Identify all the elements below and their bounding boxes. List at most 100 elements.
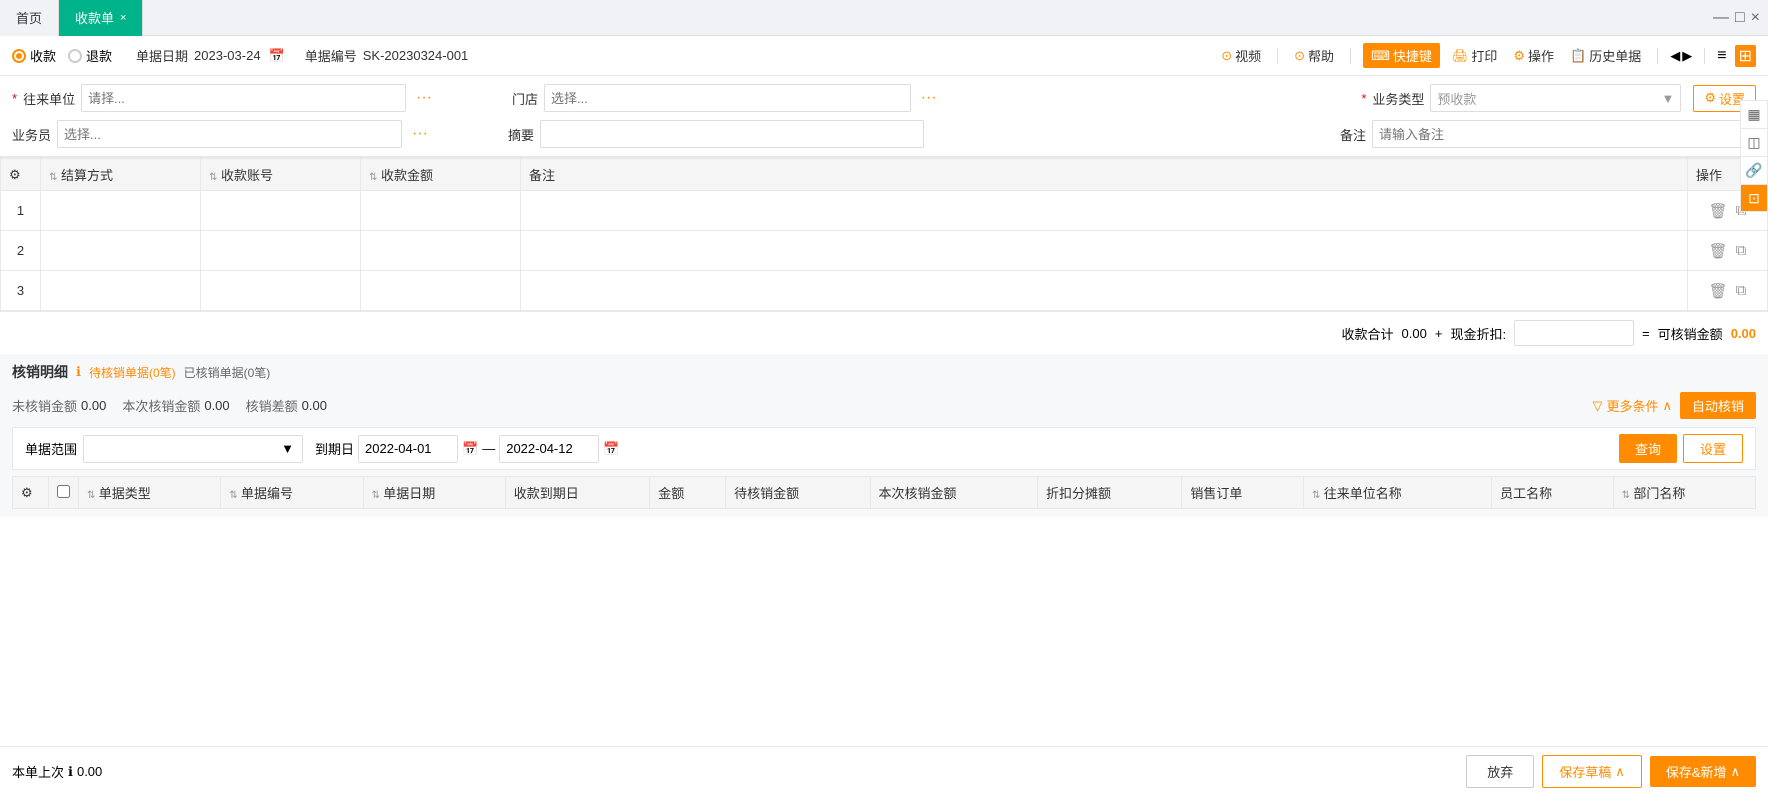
settings-gear-icon: ⚙: [1704, 90, 1716, 106]
video-btn[interactable]: ⊙ 视频: [1217, 46, 1265, 65]
save-new-btn[interactable]: 保存&新增 ∧: [1650, 756, 1756, 787]
date-from-input[interactable]: [358, 435, 458, 463]
summary-label: 摘要: [508, 125, 534, 144]
bill-label: 单据编号: [305, 46, 357, 65]
more-conditions-btn[interactable]: ▽ 更多条件 ∧: [1592, 396, 1672, 415]
row-3-delete-icon[interactable]: 🗑: [1709, 282, 1728, 300]
select-all-checkbox[interactable]: [57, 485, 70, 498]
section-info-icon[interactable]: ℹ: [76, 364, 81, 380]
view-list-btn[interactable]: ≡: [1717, 47, 1726, 65]
row-3-ops: 🗑 ⧉: [1688, 271, 1768, 311]
row-2-copy-icon[interactable]: ⧉: [1736, 242, 1747, 259]
biz-type-select[interactable]: 预收款 ▼: [1430, 84, 1681, 112]
radio-refund-label: 退款: [86, 46, 112, 65]
shop-field: 门店 ···: [512, 84, 937, 112]
th-gear[interactable]: ⚙: [1, 159, 41, 191]
row-2-delete-icon[interactable]: 🗑: [1709, 242, 1728, 260]
remark-label: 备注: [1340, 125, 1366, 144]
radio-receipt[interactable]: 收款: [12, 46, 56, 65]
shop-input[interactable]: [544, 84, 911, 112]
tab-home[interactable]: 首页: [0, 0, 59, 36]
right-panel-btn-3[interactable]: 🔗: [1740, 156, 1768, 184]
row-1-account[interactable]: [201, 191, 361, 231]
plus-sign: +: [1435, 326, 1443, 341]
remark-input[interactable]: [1372, 120, 1756, 148]
date-separator: —: [482, 441, 495, 456]
window-min-btn[interactable]: —: [1713, 9, 1729, 27]
tab-receipt[interactable]: 收款单 ×: [59, 0, 143, 36]
counterpart-input[interactable]: [81, 84, 406, 112]
nav-prev-btn[interactable]: ◀: [1670, 48, 1680, 64]
right-panel-btn-4[interactable]: ⊡: [1740, 184, 1768, 212]
tab-receipt-close[interactable]: ×: [120, 12, 126, 24]
counterpart-more-icon[interactable]: ···: [416, 90, 432, 106]
ops-btn[interactable]: ⚙ 操作: [1509, 46, 1558, 65]
window-max-btn[interactable]: □: [1735, 9, 1745, 27]
shortcut-btn[interactable]: ⌨ 快捷键: [1363, 43, 1440, 68]
bth-employee: 员工名称: [1492, 477, 1614, 509]
row-3-remark[interactable]: [521, 271, 1688, 311]
nav-next-btn[interactable]: ▶: [1682, 48, 1692, 64]
right-panel-btn-2[interactable]: ◫: [1740, 128, 1768, 156]
date-from-icon[interactable]: 📅: [462, 441, 478, 457]
row-3-num: 3: [1, 271, 41, 311]
form-row-1: * 往来单位 ··· 门店 ··· * 业务类型 预收款 ▼: [12, 84, 1756, 112]
discount-input[interactable]: [1514, 320, 1634, 346]
row-2-remark[interactable]: [521, 231, 1688, 271]
radio-refund[interactable]: 退款: [68, 46, 112, 65]
row-1-remark[interactable]: [521, 191, 1688, 231]
row-3-amount[interactable]: [361, 271, 521, 311]
verified-tab[interactable]: 已核销单据(0笔): [184, 364, 271, 381]
range-arrow: ▼: [281, 441, 294, 456]
range-select[interactable]: ▼: [83, 435, 303, 463]
row-1-delete-icon[interactable]: 🗑: [1709, 202, 1728, 220]
date-to-icon[interactable]: 📅: [603, 441, 619, 457]
row-2-account[interactable]: [201, 231, 361, 271]
discount-label: 现金折扣:: [1450, 324, 1506, 343]
available-label: 可核销金额: [1658, 324, 1723, 343]
bth-gear[interactable]: ⚙: [13, 477, 49, 509]
footer-actions: 放弃 保存草稿 ∧ 保存&新增 ∧: [1466, 755, 1756, 788]
more-conditions-label: 更多条件: [1606, 396, 1658, 415]
video-icon: ⊙: [1221, 48, 1232, 64]
footer-info: 本单上次 ℹ 0.00: [12, 762, 102, 781]
verification-section: 核销明细 ℹ 待核销单据(0笔) 已核销单据(0笔) 未核销金额 0.00 本次…: [0, 354, 1768, 517]
radio-receipt-label: 收款: [30, 46, 56, 65]
salesperson-more-icon[interactable]: ···: [412, 126, 428, 142]
row-1-settlement[interactable]: [41, 191, 201, 231]
filter-settings-btn[interactable]: 设置: [1683, 434, 1743, 463]
date-icon[interactable]: 📅: [269, 48, 285, 64]
save-new-label: 保存&新增: [1666, 762, 1727, 781]
abandon-btn[interactable]: 放弃: [1466, 755, 1534, 788]
shortcut-icon: ⌨: [1371, 48, 1390, 64]
date-to-input[interactable]: [499, 435, 599, 463]
history-btn[interactable]: 📋 历史单据: [1566, 46, 1645, 65]
summary-input[interactable]: [540, 120, 924, 148]
help-btn[interactable]: ⊙ 帮助: [1290, 46, 1338, 65]
bill-value: SK-20230324-001: [363, 48, 469, 63]
row-2-ops: 🗑 ⧉: [1688, 231, 1768, 271]
main-table: ⚙ ⇅ 结算方式 ⇅ 收款账号 ⇅ 收款金额 备注: [0, 158, 1768, 311]
divider-4: [1704, 48, 1705, 64]
row-3-settlement[interactable]: [41, 271, 201, 311]
query-btn[interactable]: 查询: [1619, 434, 1677, 463]
th-remark: 备注: [521, 159, 1688, 191]
receipt-type-group: 收款 退款: [12, 46, 112, 65]
row-2-amount[interactable]: [361, 231, 521, 271]
right-panel-btn-1[interactable]: ▦: [1740, 100, 1768, 128]
biz-type-value: 预收款: [1437, 89, 1476, 108]
auto-verify-btn[interactable]: 自动核销: [1680, 392, 1756, 419]
view-card-btn[interactable]: ⊞: [1735, 45, 1756, 67]
pending-tab[interactable]: 待核销单据(0笔): [89, 364, 176, 381]
print-btn[interactable]: 🖨 打印: [1448, 46, 1502, 65]
save-draft-btn[interactable]: 保存草稿 ∧: [1542, 755, 1642, 788]
row-3-copy-icon[interactable]: ⧉: [1736, 282, 1747, 299]
row-1-amount[interactable]: [361, 191, 521, 231]
window-close-btn[interactable]: ×: [1751, 9, 1760, 27]
range-field: 单据范围 ▼: [25, 435, 303, 463]
row-2-settlement[interactable]: [41, 231, 201, 271]
shop-more-icon[interactable]: ···: [921, 90, 937, 106]
row-3-account[interactable]: [201, 271, 361, 311]
footer-info-icon[interactable]: ℹ: [68, 764, 73, 780]
salesperson-input[interactable]: [57, 120, 402, 148]
